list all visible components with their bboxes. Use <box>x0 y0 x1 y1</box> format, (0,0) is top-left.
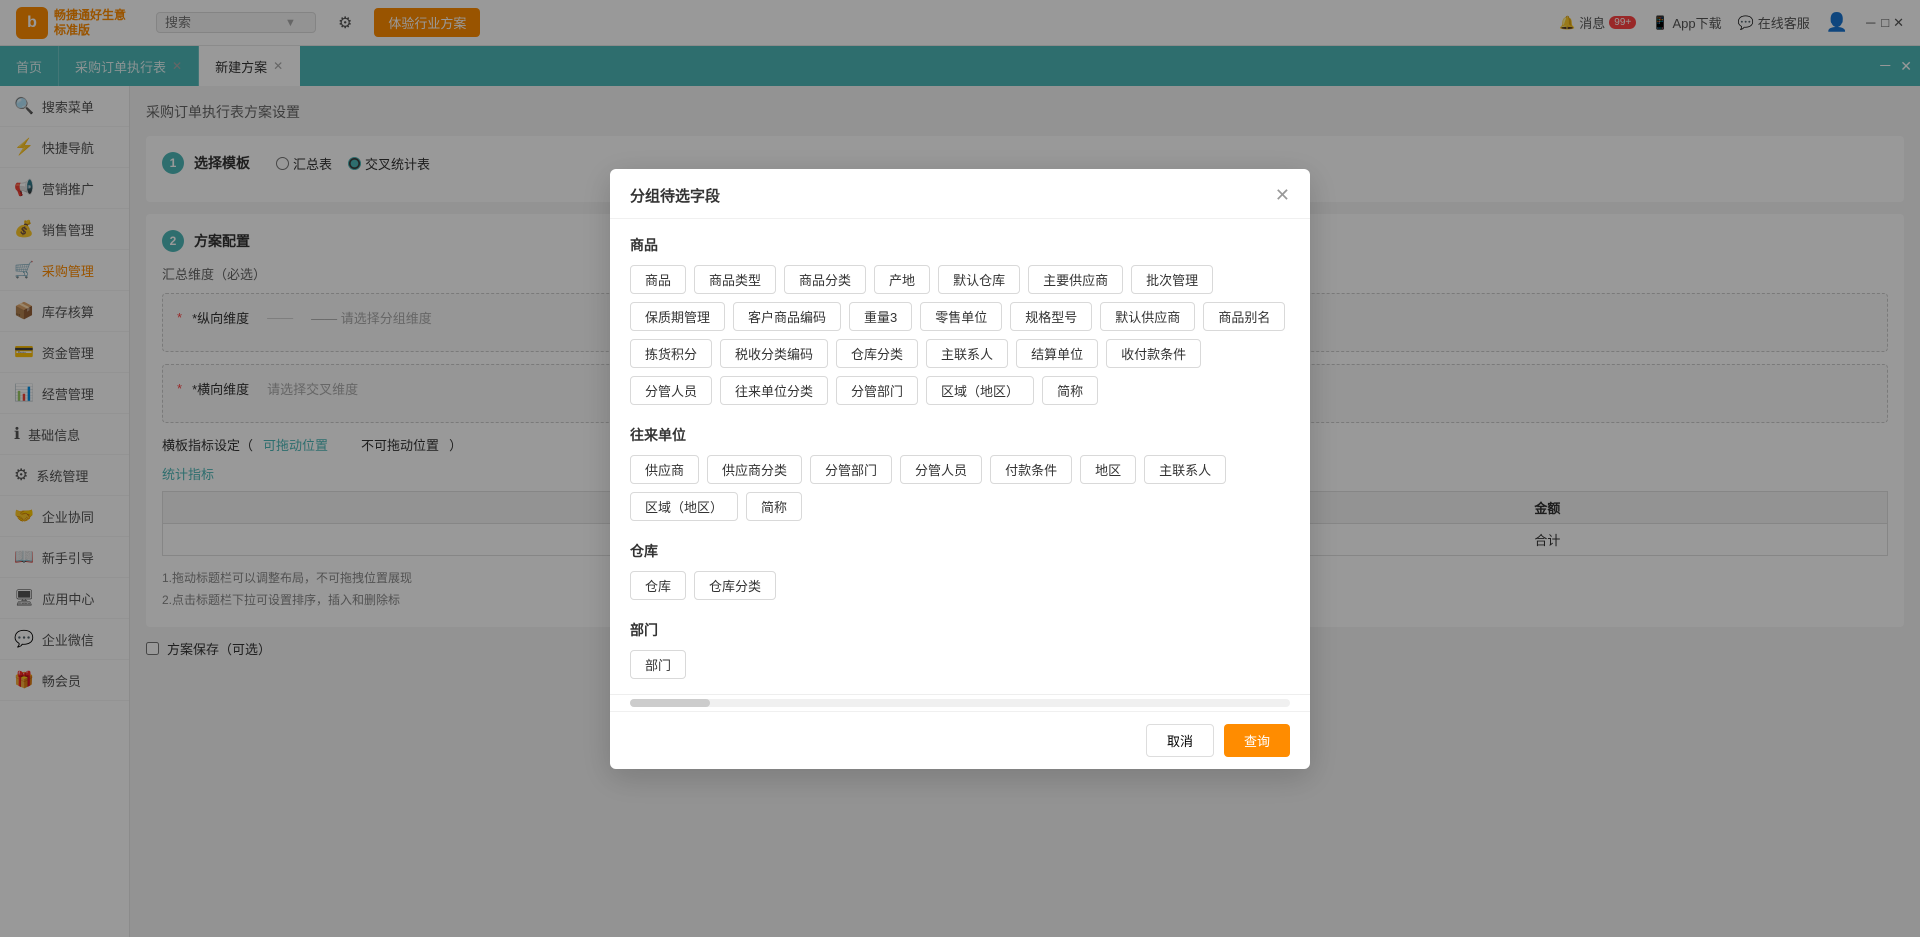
field-tag[interactable]: 收付款条件 <box>1106 339 1201 368</box>
field-tag[interactable]: 简称 <box>1042 376 1098 405</box>
modal-body: 商品 商品商品类型商品分类产地默认仓库主要供应商批次管理保质期管理客户商品编码重… <box>610 219 1310 694</box>
field-tag[interactable]: 区域（地区） <box>630 492 738 521</box>
modal-title: 分组待选字段 <box>630 185 720 206</box>
modal-hscroll <box>610 694 1310 711</box>
field-tag[interactable]: 分管部门 <box>810 455 892 484</box>
modal-overlay: 分组待选字段 ✕ 商品 商品商品类型商品分类产地默认仓库主要供应商批次管理保质期… <box>0 0 1920 937</box>
field-tag[interactable]: 零售单位 <box>920 302 1002 331</box>
field-tag[interactable]: 产地 <box>874 265 930 294</box>
field-tag[interactable]: 仓库分类 <box>836 339 918 368</box>
section-warehouse: 仓库 仓库仓库分类 <box>630 541 1290 600</box>
field-tag[interactable]: 仓库分类 <box>694 571 776 600</box>
field-tag[interactable]: 供应商 <box>630 455 699 484</box>
field-tag[interactable]: 税收分类编码 <box>720 339 828 368</box>
field-tag[interactable]: 批次管理 <box>1131 265 1213 294</box>
field-tag[interactable]: 分管人员 <box>900 455 982 484</box>
goods-tags: 商品商品类型商品分类产地默认仓库主要供应商批次管理保质期管理客户商品编码重量3 零… <box>630 265 1290 405</box>
section-partner: 往来单位 供应商供应商分类分管部门分管人员付款条件地区主联系人区域（地区） 简称 <box>630 425 1290 521</box>
section-partner-title: 往来单位 <box>630 425 1290 445</box>
field-tag[interactable]: 供应商分类 <box>707 455 802 484</box>
field-tag[interactable]: 拣货积分 <box>630 339 712 368</box>
modal-confirm-btn[interactable]: 查询 <box>1224 724 1290 757</box>
warehouse-tags: 仓库仓库分类 <box>630 571 1290 600</box>
field-tag[interactable]: 商品别名 <box>1203 302 1285 331</box>
section-dept-title: 部门 <box>630 620 1290 640</box>
field-tag[interactable]: 保质期管理 <box>630 302 725 331</box>
field-tag[interactable]: 付款条件 <box>990 455 1072 484</box>
field-tag[interactable]: 规格型号 <box>1010 302 1092 331</box>
hscroll-bar <box>630 699 1290 707</box>
field-tag[interactable]: 分管部门 <box>836 376 918 405</box>
modal-cancel-btn[interactable]: 取消 <box>1146 724 1214 757</box>
modal-header: 分组待选字段 ✕ <box>610 169 1310 219</box>
field-tag[interactable]: 仓库 <box>630 571 686 600</box>
section-warehouse-title: 仓库 <box>630 541 1290 561</box>
field-tag[interactable]: 分管人员 <box>630 376 712 405</box>
field-tag[interactable]: 客户商品编码 <box>733 302 841 331</box>
hscroll-thumb <box>630 699 710 707</box>
dept-tags: 部门 <box>630 650 1290 679</box>
field-tag[interactable]: 简称 <box>746 492 802 521</box>
field-tag[interactable]: 商品分类 <box>784 265 866 294</box>
modal-footer: 取消 查询 <box>610 711 1310 769</box>
field-tag[interactable]: 主联系人 <box>926 339 1008 368</box>
field-tag[interactable]: 部门 <box>630 650 686 679</box>
section-goods: 商品 商品商品类型商品分类产地默认仓库主要供应商批次管理保质期管理客户商品编码重… <box>630 235 1290 405</box>
field-tag[interactable]: 商品 <box>630 265 686 294</box>
field-tag[interactable]: 主联系人 <box>1144 455 1226 484</box>
partner-tags: 供应商供应商分类分管部门分管人员付款条件地区主联系人区域（地区） 简称 <box>630 455 1290 521</box>
modal-box: 分组待选字段 ✕ 商品 商品商品类型商品分类产地默认仓库主要供应商批次管理保质期… <box>610 169 1310 769</box>
field-tag[interactable]: 重量3 <box>849 302 912 331</box>
field-tag[interactable]: 往来单位分类 <box>720 376 828 405</box>
section-dept: 部门 部门 <box>630 620 1290 679</box>
field-tag[interactable]: 地区 <box>1080 455 1136 484</box>
modal-close-btn[interactable]: ✕ <box>1275 186 1290 204</box>
field-tag[interactable]: 主要供应商 <box>1028 265 1123 294</box>
field-tag[interactable]: 商品类型 <box>694 265 776 294</box>
field-tag[interactable]: 结算单位 <box>1016 339 1098 368</box>
field-tag[interactable]: 默认供应商 <box>1100 302 1195 331</box>
field-tag[interactable]: 区域（地区） <box>926 376 1034 405</box>
field-tag[interactable]: 默认仓库 <box>938 265 1020 294</box>
section-goods-title: 商品 <box>630 235 1290 255</box>
